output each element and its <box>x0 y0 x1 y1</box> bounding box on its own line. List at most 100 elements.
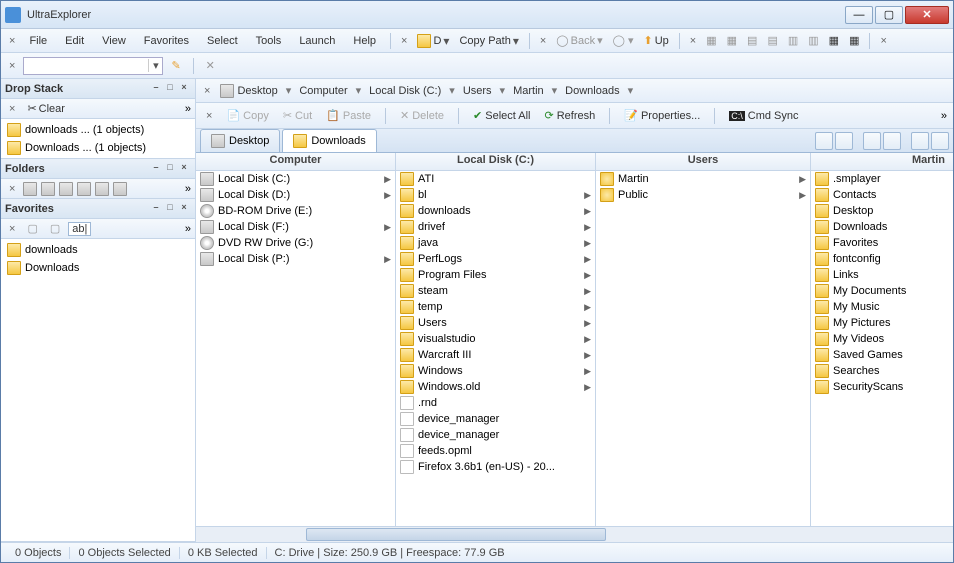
panel-close-icon[interactable]: × <box>177 162 191 176</box>
fav-button[interactable]: ▢ <box>23 220 41 237</box>
list-item[interactable]: Downloads <box>811 219 953 235</box>
toolbar-close-icon[interactable]: × <box>686 35 700 47</box>
cmd-sync-button[interactable]: C:\ Cmd Sync <box>725 108 802 124</box>
list-item[interactable]: Local Disk (P:)▶ <box>196 251 395 267</box>
crumb-sep[interactable]: ▾ <box>354 84 364 97</box>
list-item[interactable]: fontconfig <box>811 251 953 267</box>
list-item[interactable]: Users▶ <box>396 315 595 331</box>
list-item[interactable]: My Music <box>811 299 953 315</box>
list-item[interactable]: SecurityScans <box>811 379 953 395</box>
back-button[interactable]: ◯ Back ▾ <box>552 32 606 49</box>
list-item[interactable]: Desktop <box>811 203 953 219</box>
toolbar-close-icon[interactable]: × <box>5 60 19 72</box>
list-item[interactable]: Saved Games <box>811 347 953 363</box>
chevron-icon[interactable]: » <box>941 110 947 122</box>
view-icon[interactable]: ▦ <box>723 32 741 49</box>
delete-button[interactable]: ✕ Delete <box>396 107 448 124</box>
crumb-downloads[interactable]: Downloads <box>561 83 623 99</box>
list-item[interactable]: Favorites <box>811 235 953 251</box>
forward-button[interactable]: ◯ ▾ <box>609 32 638 49</box>
toolbar-close-icon[interactable]: × <box>5 35 19 47</box>
toolbar-close-icon[interactable]: × <box>397 35 411 47</box>
view-icon[interactable]: ▦ <box>702 32 720 49</box>
up-button[interactable]: ⬆ Up <box>640 32 673 49</box>
list-item[interactable]: Local Disk (D:)▶ <box>196 187 395 203</box>
list-item[interactable]: temp▶ <box>396 299 595 315</box>
chevron-icon[interactable]: » <box>185 103 191 115</box>
horizontal-scrollbar[interactable] <box>196 526 953 542</box>
panel-close-icon[interactable]: × <box>177 202 191 216</box>
fav-rename-button[interactable]: ab| <box>68 222 91 236</box>
list-item[interactable]: Links <box>811 267 953 283</box>
drive-icon[interactable] <box>41 182 55 196</box>
toolbar-close-icon[interactable]: × <box>536 35 550 47</box>
properties-button[interactable]: 📝 Properties... <box>620 107 704 124</box>
list-item[interactable]: ATI <box>396 171 595 187</box>
view-button[interactable] <box>863 132 881 150</box>
view-button[interactable] <box>815 132 833 150</box>
menu-edit[interactable]: Edit <box>57 32 92 50</box>
select-all-button[interactable]: ✔ Select All <box>469 107 534 124</box>
address-combo[interactable]: ▾ <box>23 57 163 75</box>
refresh-button[interactable]: ⟳ Refresh <box>541 107 600 124</box>
menu-help[interactable]: Help <box>345 32 384 50</box>
view-icon[interactable]: ▤ <box>743 32 761 49</box>
list-item[interactable]: My Documents <box>811 283 953 299</box>
toolbar-close-icon[interactable]: × <box>5 103 19 115</box>
crumb-martin[interactable]: Martin <box>509 83 548 99</box>
list-item[interactable]: Local Disk (F:)▶ <box>196 219 395 235</box>
list-item[interactable]: device_manager <box>396 427 595 443</box>
list-item[interactable]: Firefox 3.6b1 (en-US) - 20... <box>396 459 595 475</box>
list-item[interactable]: steam▶ <box>396 283 595 299</box>
copy-path-button[interactable]: Copy Path ▾ <box>455 32 522 50</box>
panel-minimize-icon[interactable]: – <box>149 82 163 96</box>
menu-select[interactable]: Select <box>199 32 246 50</box>
panel-minimize-icon[interactable]: – <box>149 202 163 216</box>
crumb-desktop[interactable]: Desktop <box>216 82 281 100</box>
list-item[interactable]: Martin▶ <box>596 171 810 187</box>
list-item[interactable]: Windows▶ <box>396 363 595 379</box>
list-item[interactable]: Local Disk (C:)▶ <box>196 171 395 187</box>
dropstack-item[interactable]: downloads ... (1 objects) <box>3 121 193 139</box>
edit-icon[interactable]: ✎ <box>167 57 184 74</box>
list-item[interactable]: .rnd <box>396 395 595 411</box>
view-icon[interactable]: ▥ <box>784 32 802 49</box>
view-icon[interactable]: ▤ <box>763 32 781 49</box>
view-button[interactable] <box>911 132 929 150</box>
menu-file[interactable]: File <box>21 32 55 50</box>
menu-view[interactable]: View <box>94 32 134 50</box>
list-item[interactable]: device_manager <box>396 411 595 427</box>
dropstack-item[interactable]: Downloads ... (1 objects) <box>3 139 193 157</box>
crumb-sep[interactable]: ▾ <box>498 84 508 97</box>
close-button[interactable]: ✕ <box>905 6 949 24</box>
drive-icon[interactable] <box>113 182 127 196</box>
list-item[interactable]: Program Files▶ <box>396 267 595 283</box>
panel-maximize-icon[interactable]: □ <box>163 82 177 96</box>
drive-dropdown[interactable]: D ▾ <box>413 32 453 50</box>
crumb-sep[interactable]: ▾ <box>284 84 294 97</box>
favorite-item[interactable]: Downloads <box>3 259 193 277</box>
view-button[interactable] <box>931 132 949 150</box>
list-item[interactable]: Warcraft III▶ <box>396 347 595 363</box>
list-item[interactable]: Contacts <box>811 187 953 203</box>
fav-button[interactable]: ▢ <box>46 220 64 237</box>
chevron-icon[interactable]: » <box>185 223 191 235</box>
view-icon[interactable]: ▥ <box>804 32 822 49</box>
list-item[interactable]: My Pictures <box>811 315 953 331</box>
crumb-sep[interactable]: ▾ <box>550 84 560 97</box>
toolbar-close-icon[interactable]: × <box>876 35 890 47</box>
tab-downloads[interactable]: Downloads <box>282 129 376 152</box>
list-item[interactable]: drivef▶ <box>396 219 595 235</box>
view-button[interactable] <box>883 132 901 150</box>
favorite-item[interactable]: downloads <box>3 241 193 259</box>
crumb-sep[interactable]: ▾ <box>447 84 457 97</box>
drive-icon[interactable] <box>77 182 91 196</box>
view-icon[interactable]: ▦ <box>845 32 863 49</box>
paste-button[interactable]: 📋 Paste <box>322 107 375 124</box>
view-icon[interactable]: ▦ <box>825 32 843 49</box>
list-item[interactable]: bl▶ <box>396 187 595 203</box>
list-item[interactable]: Public▶ <box>596 187 810 203</box>
crumb-computer[interactable]: Computer <box>295 83 351 99</box>
list-item[interactable]: feeds.opml <box>396 443 595 459</box>
menu-launch[interactable]: Launch <box>291 32 343 50</box>
